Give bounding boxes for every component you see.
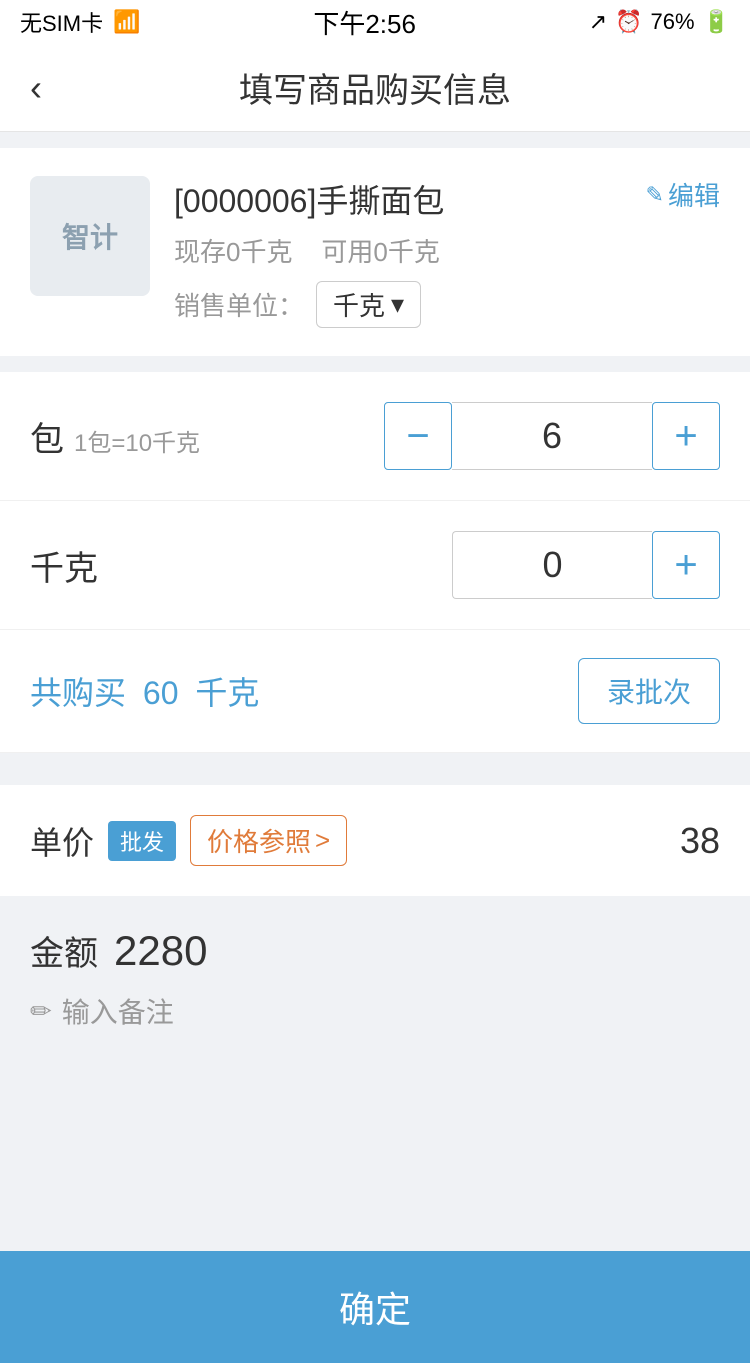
remark-placeholder: 输入备注 [62, 991, 174, 1031]
amount-value: 2280 [114, 927, 207, 975]
wifi-icon: 📶 [113, 9, 140, 35]
remark-row[interactable]: ✏ 输入备注 [30, 991, 720, 1031]
kg-increment-button[interactable]: + [652, 531, 720, 599]
status-bar: 无SIM卡 📶 下午2:56 ↗ ⏰ 76% 🔋 [0, 0, 750, 44]
kg-controls: + [452, 531, 720, 599]
edit-label: 编辑 [668, 176, 720, 213]
price-left: 单价 批发 价格参照 > [30, 815, 347, 866]
total-text: 共购买 60 千克 [30, 668, 259, 714]
price-ref-label: 价格参照 [207, 822, 311, 859]
bao-input[interactable] [452, 402, 652, 470]
chevron-right-icon: > [315, 825, 330, 856]
price-value: 38 [680, 820, 720, 862]
kg-label-group: 千克 [30, 541, 452, 590]
price-section: 单价 批发 价格参照 > 38 [0, 785, 750, 896]
alarm-icon: ⏰ [615, 9, 642, 35]
unit-select[interactable]: 千克 ▾ [316, 281, 421, 328]
total-prefix: 共购买 [30, 675, 126, 711]
bao-input-section: 包 1包=10千克 − + 千克 + [0, 372, 750, 630]
edit-button[interactable]: ✎ 编辑 [646, 176, 720, 213]
stock-text: 现存0千克 [174, 237, 292, 267]
middle-background [0, 1051, 750, 1251]
status-right: ↗ ⏰ 76% 🔋 [589, 9, 730, 35]
kg-label: 千克 [30, 541, 98, 590]
product-unit-row: 销售单位： 千克 ▾ [174, 281, 720, 328]
carrier-text: 无SIM卡 [20, 6, 103, 38]
status-time: 下午2:56 [313, 4, 416, 41]
price-tag: 批发 [108, 821, 176, 861]
price-ref-button[interactable]: 价格参照 > [190, 815, 347, 866]
status-carrier: 无SIM卡 📶 [20, 6, 141, 38]
batch-button[interactable]: 录批次 [578, 658, 720, 724]
kg-input[interactable] [452, 531, 652, 599]
total-row: 共购买 60 千克 录批次 [0, 630, 750, 753]
amount-label: 金额 [30, 926, 98, 975]
bao-input-row: 包 1包=10千克 − + [0, 372, 750, 501]
kg-input-row: 千克 + [0, 501, 750, 630]
chevron-down-icon: ▾ [391, 289, 404, 320]
product-stock: 现存0千克 可用0千克 [174, 232, 720, 269]
amount-row: 金额 2280 [30, 926, 720, 975]
bao-controls: − + [384, 402, 720, 470]
price-label: 单价 [30, 818, 94, 864]
bao-increment-button[interactable]: + [652, 402, 720, 470]
battery-text: 76% [651, 9, 695, 35]
battery-icon: 🔋 [703, 9, 730, 35]
nav-bar: ‹ 填写商品购买信息 [0, 44, 750, 132]
separator-1 [0, 356, 750, 372]
back-button[interactable]: ‹ [30, 57, 52, 119]
pencil-icon: ✏ [30, 996, 52, 1027]
amount-section: 金额 2280 ✏ 输入备注 [0, 896, 750, 1051]
product-card: 智计 [0000006]手撕面包 ✎ 编辑 现存0千克 可用0千克 销售单位： … [0, 148, 750, 356]
unit-value: 千克 [333, 286, 385, 323]
bao-decrement-button[interactable]: − [384, 402, 452, 470]
edit-icon: ✎ [646, 182, 664, 208]
price-row: 单价 批发 价格参照 > 38 [30, 815, 720, 866]
product-thumbnail: 智计 [30, 176, 150, 296]
available-text: 可用0千克 [321, 237, 439, 267]
confirm-button[interactable]: 确定 [0, 1251, 750, 1363]
bao-label-group: 包 1包=10千克 [30, 412, 384, 461]
product-name: [0000006]手撕面包 [174, 176, 444, 222]
total-quantity: 60 [143, 675, 179, 711]
product-info: [0000006]手撕面包 ✎ 编辑 现存0千克 可用0千克 销售单位： 千克 … [174, 176, 720, 328]
separator-2 [0, 753, 750, 769]
product-name-row: [0000006]手撕面包 ✎ 编辑 [174, 176, 720, 222]
bao-label: 包 [30, 412, 64, 461]
page-title: 填写商品购买信息 [239, 63, 511, 112]
unit-label: 销售单位： [174, 286, 304, 323]
total-unit: 千克 [195, 675, 259, 711]
bao-sublabel: 1包=10千克 [74, 423, 200, 458]
location-icon: ↗ [589, 9, 607, 35]
product-thumb-text: 智计 [62, 216, 118, 256]
